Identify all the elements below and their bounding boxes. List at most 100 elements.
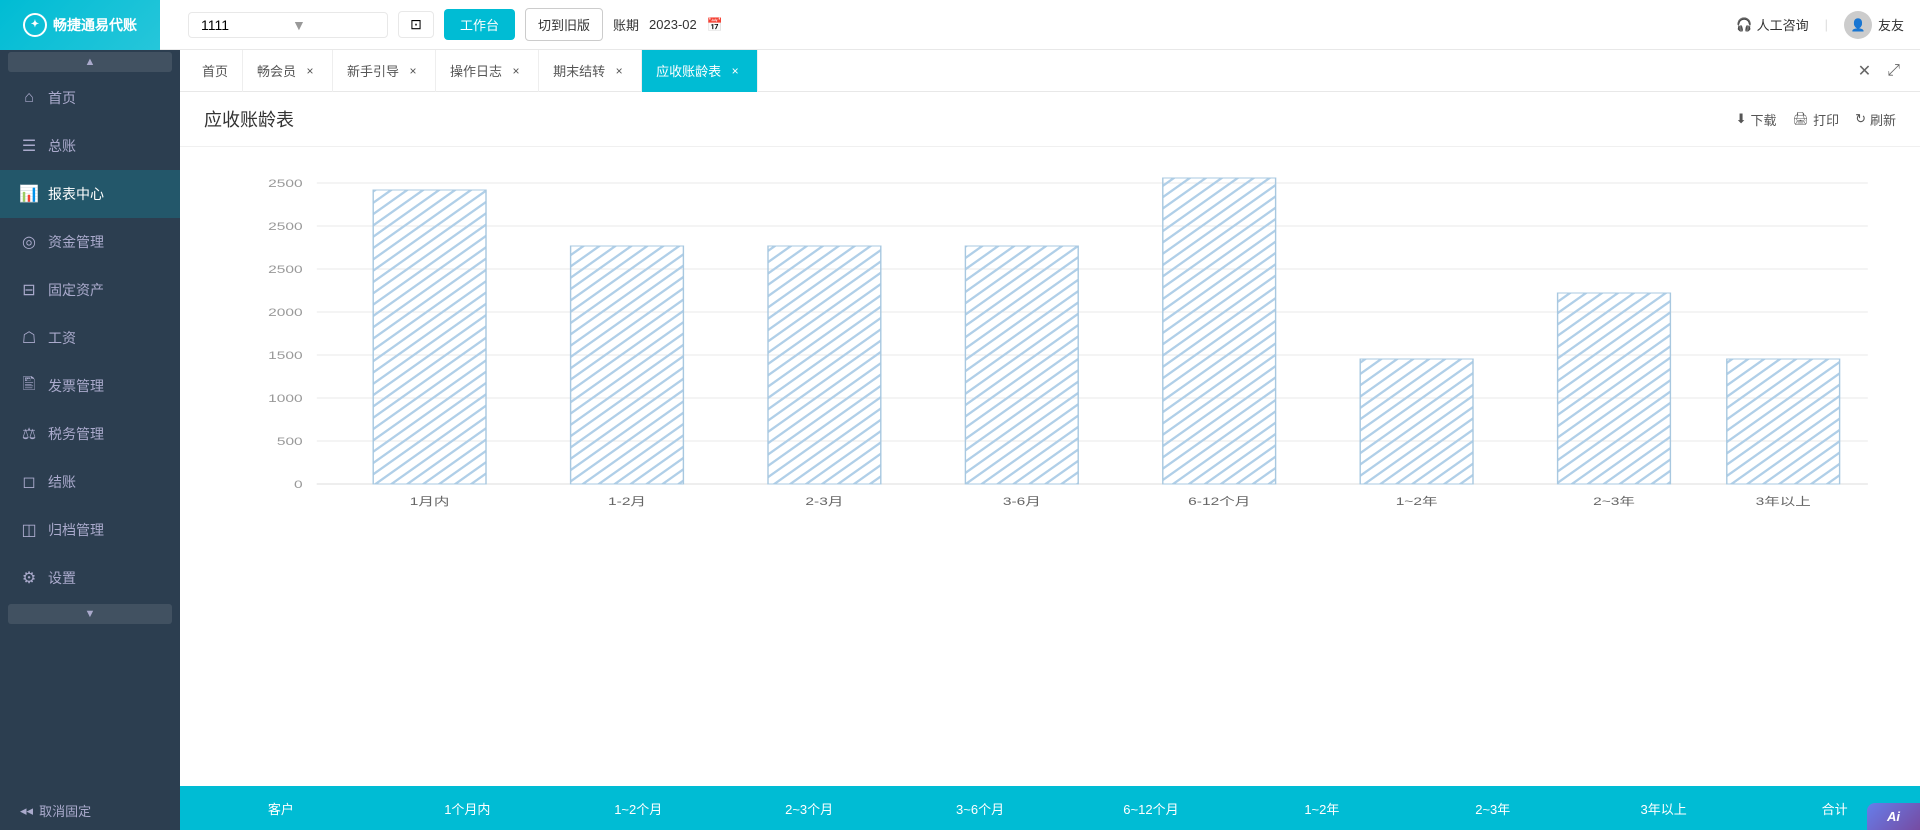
bar-1月内	[373, 190, 486, 484]
period-label: 账期	[613, 15, 639, 34]
tab-home[interactable]: 首页	[188, 50, 243, 92]
tab-guide[interactable]: 新手引导 ×	[333, 50, 436, 92]
aging-chart: 2500 2500 2500 2000 1500 1000 500 0	[204, 163, 1896, 543]
col-2-3month: 2~3个月	[724, 799, 895, 818]
sidebar-label-ledger: 总账	[48, 136, 76, 156]
sidebar-scroll-down[interactable]: ▼	[8, 604, 172, 624]
svg-text:2000: 2000	[268, 306, 302, 318]
chart-wrapper: 2500 2500 2500 2000 1500 1000 500 0	[180, 147, 1920, 786]
refresh-icon: ↻	[1855, 111, 1866, 127]
download-icon: ⬇	[1736, 111, 1747, 127]
tab-member-close[interactable]: ×	[302, 63, 318, 79]
sidebar-item-checkout[interactable]: ◻ 结账	[0, 458, 180, 506]
company-selector[interactable]: 1111 ▼	[188, 12, 388, 38]
tab-oplog-close[interactable]: ×	[508, 63, 524, 79]
sidebar-item-reports[interactable]: 📊 报表中心	[0, 170, 180, 218]
col-customer: 客户	[180, 799, 382, 818]
user-menu[interactable]: 👤 友友	[1844, 11, 1904, 39]
bar-3-6月	[965, 246, 1078, 484]
tax-icon: ⚖	[20, 425, 38, 443]
sidebar-item-home[interactable]: ⌂ 首页	[0, 74, 180, 122]
svg-text:2500: 2500	[268, 177, 302, 189]
sidebar-item-payroll[interactable]: ☖ 工资	[0, 314, 180, 362]
tab-aging[interactable]: 应收账龄表 ×	[642, 50, 758, 92]
consult-button[interactable]: 🎧 人工咨询	[1736, 15, 1808, 34]
tab-oplog[interactable]: 操作日志 ×	[436, 50, 539, 92]
tab-guide-close[interactable]: ×	[405, 63, 421, 79]
expand-tabs-button[interactable]: ⤢	[1883, 58, 1904, 84]
archive-icon: ◫	[20, 521, 38, 539]
print-icon: 🖨	[1793, 111, 1810, 127]
svg-text:2500: 2500	[268, 220, 302, 232]
calendar-icon[interactable]: 📅	[707, 17, 723, 33]
period-value: 2023-02	[649, 17, 697, 32]
checkout-icon: ◻	[20, 473, 38, 491]
sidebar-label-reports: 报表中心	[48, 184, 104, 204]
refresh-label: 刷新	[1870, 110, 1896, 129]
bar-3年以上	[1727, 359, 1840, 484]
svg-text:1~2年: 1~2年	[1396, 495, 1438, 507]
svg-text:2-3月: 2-3月	[805, 495, 843, 507]
svg-text:1月内: 1月内	[410, 495, 450, 507]
settings-icon: ⚙	[20, 569, 38, 587]
close-all-tabs-button[interactable]: ✕	[1854, 57, 1875, 85]
tab-member[interactable]: 畅会员 ×	[243, 50, 333, 92]
tab-aging-close[interactable]: ×	[727, 63, 743, 79]
col-1-2month: 1~2个月	[553, 799, 724, 818]
page-header: 应收账龄表 ⬇ 下载 🖨 打印 ↻ 刷新	[180, 92, 1920, 147]
sidebar-item-assets[interactable]: ⊟ 固定资产	[0, 266, 180, 314]
tab-yearend[interactable]: 期末结转 ×	[539, 50, 642, 92]
tab-oplog-label: 操作日志	[450, 61, 502, 80]
sidebar-item-funds[interactable]: ◎ 资金管理	[0, 218, 180, 266]
ai-badge[interactable]: Ai	[1867, 803, 1920, 830]
svg-text:1-2月: 1-2月	[608, 495, 646, 507]
download-button[interactable]: ⬇ 下载	[1736, 110, 1777, 129]
print-label: 打印	[1813, 110, 1839, 129]
svg-text:3年以上: 3年以上	[1756, 495, 1811, 507]
payroll-icon: ☖	[20, 329, 38, 347]
tabs-actions: ✕ ⤢	[1854, 57, 1912, 85]
headset-icon: 🎧	[1736, 17, 1752, 33]
cancel-pin-button[interactable]: ◂◂ 取消固定	[0, 791, 180, 830]
sidebar-label-settings: 设置	[48, 568, 76, 588]
svg-text:2~3年: 2~3年	[1593, 495, 1635, 507]
svg-text:500: 500	[277, 435, 303, 447]
tab-aging-label: 应收账龄表	[656, 61, 721, 80]
svg-text:1000: 1000	[268, 392, 302, 404]
app-name: 畅捷通易代账	[53, 15, 137, 35]
sidebar-label-invoice: 发票管理	[48, 376, 104, 396]
workbench-button[interactable]: 工作台	[444, 9, 515, 40]
sidebar-item-tax[interactable]: ⚖ 税务管理	[0, 410, 180, 458]
pin-icon: ◂◂	[20, 803, 33, 819]
avatar: 👤	[1844, 11, 1872, 39]
sidebar-item-settings[interactable]: ⚙ 设置	[0, 554, 180, 602]
copy-icon: ⊡	[410, 16, 422, 33]
svg-text:1500: 1500	[268, 349, 302, 361]
table-header: 客户 1个月内 1~2个月 2~3个月 3~6个月 6~12个月 1~2年 2~…	[180, 786, 1920, 830]
funds-icon: ◎	[20, 233, 38, 251]
switch-version-button[interactable]: 切到旧版	[525, 8, 603, 41]
sidebar-scroll-up[interactable]: ▲	[8, 52, 172, 72]
sidebar-label-funds: 资金管理	[48, 232, 104, 252]
sidebar-item-invoice[interactable]: 🖺 发票管理	[0, 362, 180, 410]
refresh-button[interactable]: ↻ 刷新	[1855, 110, 1896, 129]
dropdown-icon: ▼	[292, 17, 375, 33]
print-button[interactable]: 🖨 打印	[1793, 110, 1840, 129]
assets-icon: ⊟	[20, 281, 38, 299]
svg-text:6-12个月: 6-12个月	[1188, 495, 1250, 507]
reports-icon: 📊	[20, 185, 38, 203]
company-name: 1111	[201, 17, 284, 33]
svg-text:0: 0	[294, 478, 303, 490]
svg-text:3-6月: 3-6月	[1003, 495, 1041, 507]
sidebar-label-assets: 固定资产	[48, 280, 104, 300]
copy-button[interactable]: ⊡	[398, 11, 434, 38]
tab-yearend-close[interactable]: ×	[611, 63, 627, 79]
bar-6-12月	[1163, 178, 1276, 484]
col-3plus: 3年以上	[1578, 799, 1749, 818]
page-title: 应收账龄表	[204, 106, 294, 132]
col-1-2year: 1~2年	[1236, 799, 1407, 818]
sidebar-item-ledger[interactable]: ☰ 总账	[0, 122, 180, 170]
sidebar-item-archive[interactable]: ◫ 归档管理	[0, 506, 180, 554]
col-3-6month: 3~6个月	[895, 799, 1066, 818]
page-actions: ⬇ 下载 🖨 打印 ↻ 刷新	[1736, 110, 1896, 129]
